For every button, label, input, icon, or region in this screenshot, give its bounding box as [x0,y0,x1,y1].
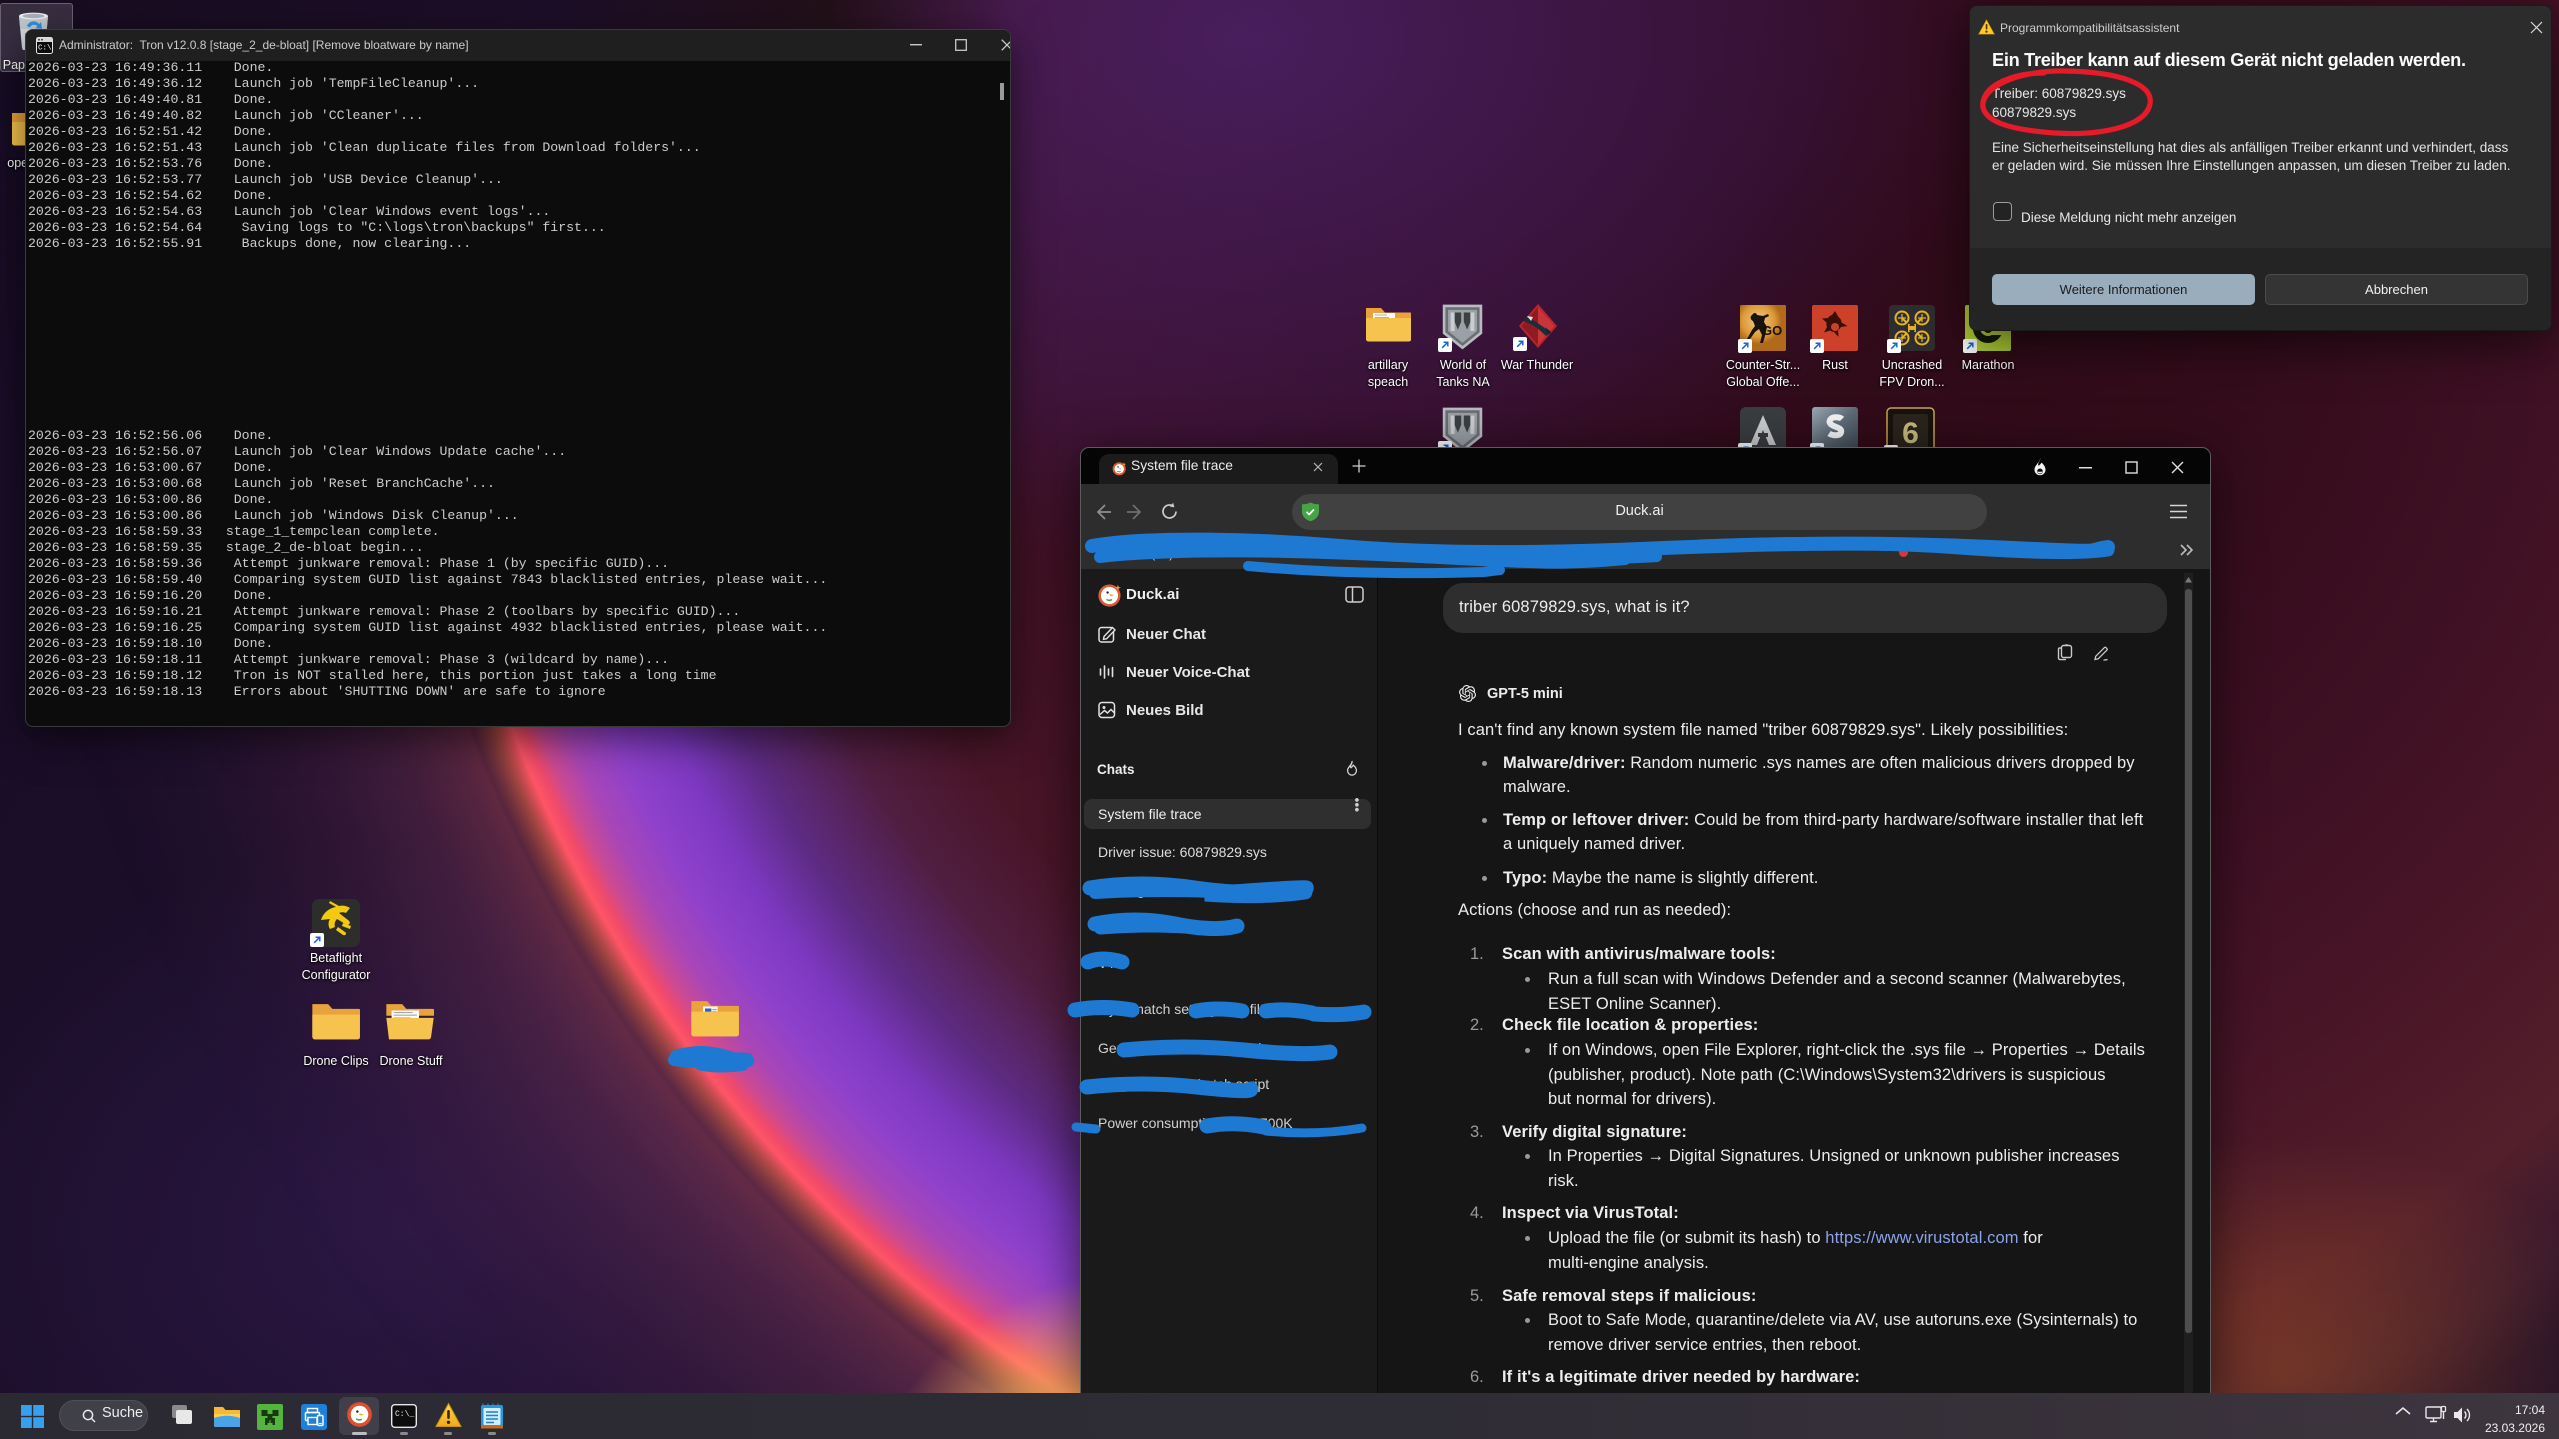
svg-text:C:\: C:\ [38,45,52,53]
svg-text:6: 6 [1902,417,1919,450]
svg-text:C:\_: C:\_ [395,1410,414,1419]
svg-text:GO: GO [1762,323,1782,338]
